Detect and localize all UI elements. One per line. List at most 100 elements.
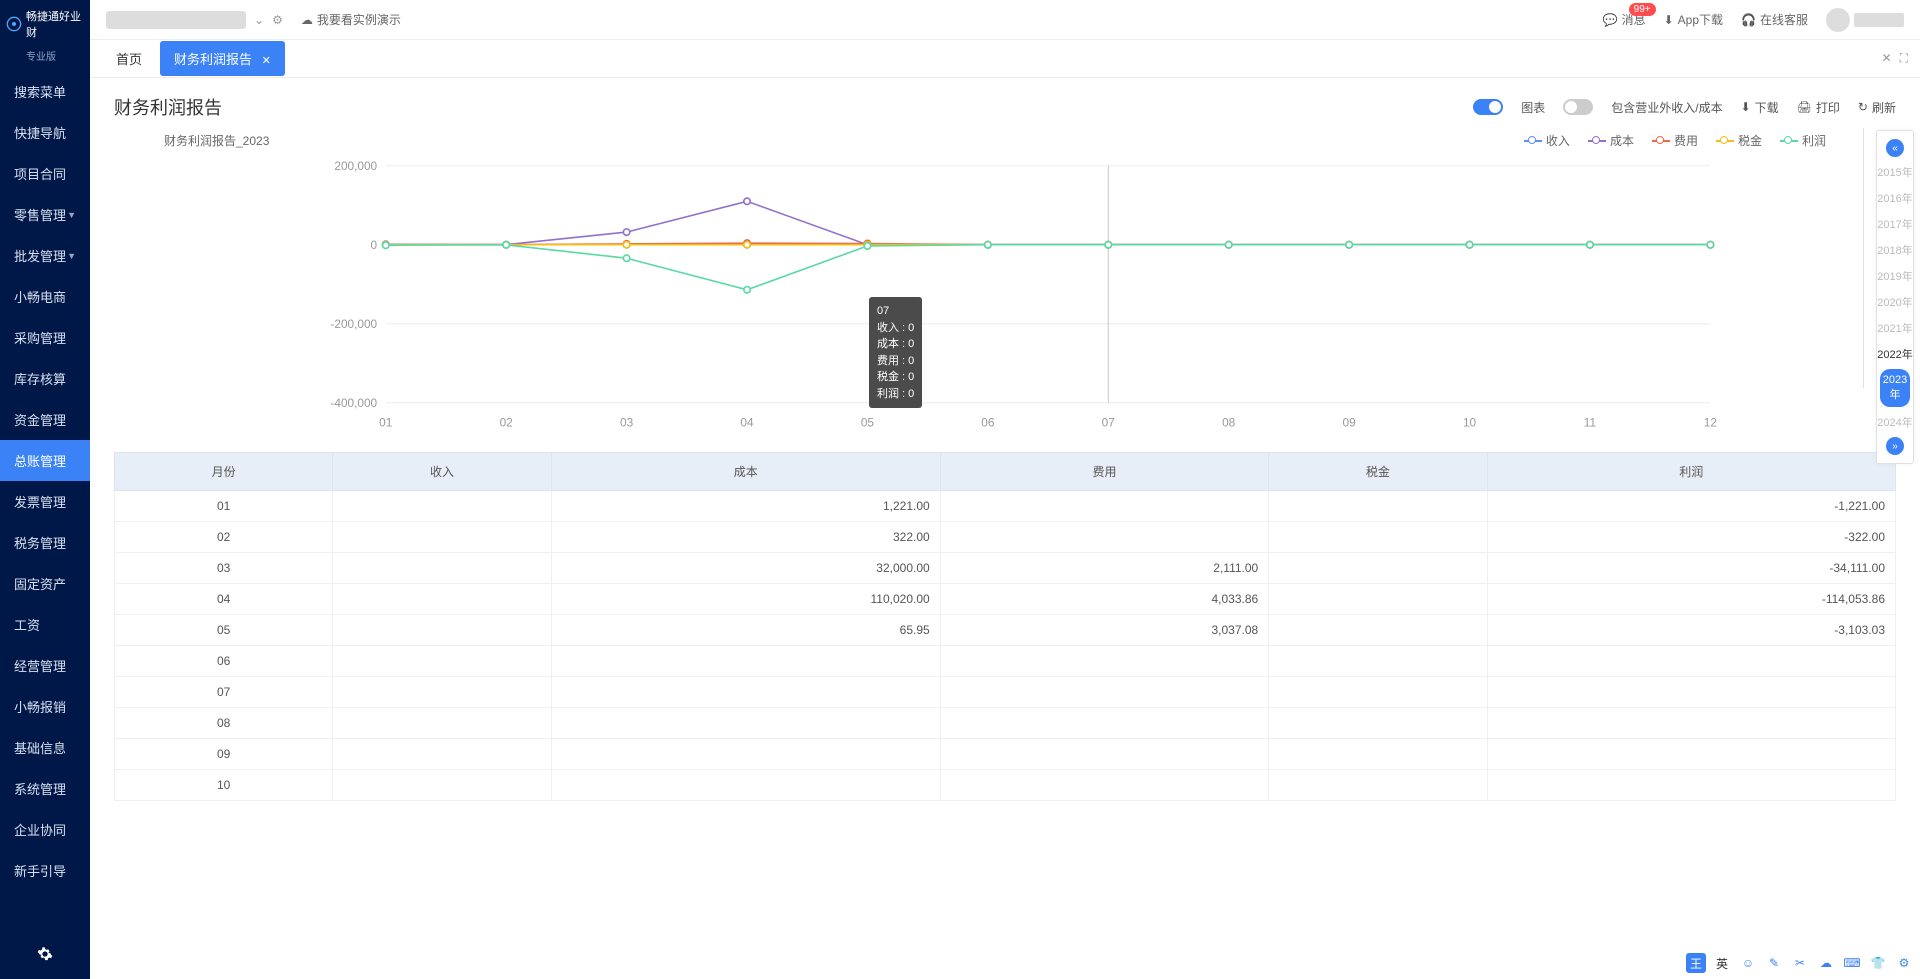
line-chart[interactable]: -400,000-200,0000200,0000102030405060708… [114, 155, 1896, 435]
nav-item[interactable]: 小畅电商 [0, 276, 90, 317]
nav-item[interactable]: 税务管理 [0, 522, 90, 563]
tab-bar: 首页 财务利润报告 ✕ ✕ ⛶ [90, 40, 1920, 78]
nav-item[interactable]: 总账管理 [0, 440, 90, 481]
org-selector[interactable]: ⌄ ⚙ [106, 11, 283, 29]
gear-icon [37, 946, 53, 962]
svg-text:03: 03 [620, 415, 634, 429]
svg-text:0: 0 [371, 238, 378, 252]
nav-item[interactable]: 资金管理 [0, 399, 90, 440]
table-row: 02322.00-322.00 [115, 522, 1896, 553]
table-row: 04110,020.004,033.86-114,053.86 [115, 584, 1896, 615]
nav-item[interactable]: 企业协同 [0, 809, 90, 850]
ime-tshirt-icon[interactable]: 👕 [1868, 953, 1888, 973]
brand-icon [6, 16, 22, 32]
user-name-placeholder [1854, 13, 1904, 27]
svg-text:07: 07 [1102, 415, 1115, 429]
ime-main-icon[interactable]: 王 [1686, 953, 1706, 973]
extra-toggle[interactable] [1563, 99, 1593, 115]
table-header: 收入 [333, 453, 551, 491]
chart-tooltip: 07收入 : 0成本 : 0费用 : 0税金 : 0利润 : 0 [869, 297, 922, 408]
ime-lang-icon[interactable]: 英 [1712, 953, 1732, 973]
ime-cloud-icon[interactable]: ☁ [1816, 953, 1836, 973]
chart-toggle-label: 图表 [1521, 99, 1545, 116]
nav-item[interactable]: 固定资产 [0, 563, 90, 604]
nav-item[interactable]: 新手引导 [0, 850, 90, 891]
table-row: 08 [115, 708, 1896, 739]
gear-icon[interactable]: ⚙ [272, 13, 283, 27]
download-button[interactable]: ⬇下载 [1741, 99, 1779, 116]
main-area: ⌄ ⚙ ☁ 我要看实例演示 💬 消息 99+ ⬇ App下载 🎧 [90, 0, 1920, 979]
year-item[interactable]: 2021年 [1877, 315, 1913, 341]
svg-text:02: 02 [500, 415, 513, 429]
year-item[interactable]: 2022年 [1877, 341, 1913, 367]
tab-home[interactable]: 首页 [102, 41, 156, 76]
service-button[interactable]: 🎧 在线客服 [1741, 11, 1808, 28]
nav-item[interactable]: 经营管理 [0, 645, 90, 686]
chart-area: 财务利润报告_2023 .legend-mark[style*="#5b8ff9… [114, 132, 1896, 432]
edition-label: 专业版 [0, 48, 90, 71]
nav-item[interactable]: 搜索菜单 [0, 71, 90, 112]
nav-item[interactable]: 采购管理 [0, 317, 90, 358]
nav-item[interactable]: 零售管理▼ [0, 194, 90, 235]
svg-text:01: 01 [379, 415, 392, 429]
ime-scissors-icon[interactable]: ✂ [1790, 953, 1810, 973]
demo-link[interactable]: ☁ 我要看实例演示 [301, 11, 401, 28]
svg-text:200,000: 200,000 [334, 159, 377, 173]
nav-item[interactable]: 工资 [0, 604, 90, 645]
chart-toggle[interactable] [1473, 99, 1503, 115]
nav-item[interactable]: 批发管理▼ [0, 235, 90, 276]
data-table: 月份收入成本费用税金利润 011,221.00-1,221.0002322.00… [114, 452, 1896, 801]
legend-item[interactable]: .legend-mark[style*="#5ad8a6"]::before{b… [1780, 132, 1826, 149]
year-item[interactable]: 2023年 [1880, 369, 1910, 407]
year-item[interactable]: 2020年 [1877, 289, 1913, 315]
year-up-button[interactable]: « [1886, 139, 1904, 157]
sidebar: 畅捷通好业财 专业版 搜索菜单快捷导航项目合同零售管理▼批发管理▼小畅电商采购管… [0, 0, 90, 979]
ime-keyboard-icon[interactable]: ⌨ [1842, 953, 1862, 973]
legend-item[interactable]: .legend-mark[style*="#9270ca"]::before{b… [1588, 132, 1634, 149]
tab-current[interactable]: 财务利润报告 ✕ [160, 41, 285, 76]
year-item[interactable]: 2016年 [1877, 185, 1913, 211]
ime-edit-icon[interactable]: ✎ [1764, 953, 1784, 973]
close-icon[interactable]: ✕ [262, 55, 271, 67]
nav-item[interactable]: 系统管理 [0, 768, 90, 809]
service-label: 在线客服 [1760, 11, 1808, 28]
avatar [1826, 8, 1850, 32]
nav-item[interactable]: 发票管理 [0, 481, 90, 522]
divider [1863, 128, 1864, 388]
print-button[interactable]: 🖨打印 [1797, 99, 1840, 116]
page-title: 财务利润报告 [114, 94, 222, 120]
nav-item[interactable]: 基础信息 [0, 727, 90, 768]
close-all-icon[interactable]: ✕ [1882, 51, 1892, 66]
user-menu[interactable] [1826, 8, 1904, 32]
year-item[interactable]: 2018年 [1877, 237, 1913, 263]
legend-item[interactable]: .legend-mark[style*="#e8684a"]::before{b… [1652, 132, 1698, 149]
org-name-placeholder [106, 11, 246, 29]
year-down-button[interactable]: » [1886, 437, 1904, 455]
messages-button[interactable]: 💬 消息 99+ [1603, 11, 1646, 28]
nav-item[interactable]: 库存核算 [0, 358, 90, 399]
year-item[interactable]: 2015年 [1877, 159, 1913, 185]
ime-emoji-icon[interactable]: ☺ [1738, 953, 1758, 973]
year-item[interactable]: 2017年 [1877, 211, 1913, 237]
table-header: 月份 [115, 453, 333, 491]
headset-icon: 🎧 [1741, 13, 1756, 27]
app-download-button[interactable]: ⬇ App下载 [1664, 11, 1723, 28]
svg-text:05: 05 [861, 415, 875, 429]
year-item[interactable]: 2024年 [1877, 409, 1913, 435]
svg-text:-400,000: -400,000 [330, 396, 377, 410]
svg-text:08: 08 [1222, 415, 1236, 429]
nav-item[interactable]: 项目合同 [0, 153, 90, 194]
settings-button[interactable] [0, 934, 90, 979]
legend: .legend-mark[style*="#5b8ff9"]::before{b… [1524, 132, 1826, 149]
nav-item[interactable]: 快捷导航 [0, 112, 90, 153]
ime-settings-icon[interactable]: ⚙ [1894, 953, 1914, 973]
legend-item[interactable]: .legend-mark[style*="#f6bd16"]::before{b… [1716, 132, 1762, 149]
legend-item[interactable]: .legend-mark[style*="#5b8ff9"]::before{b… [1524, 132, 1570, 149]
refresh-button[interactable]: ↻刷新 [1858, 99, 1896, 116]
table-row: 0332,000.002,111.00-34,111.00 [115, 553, 1896, 584]
table-row: 07 [115, 677, 1896, 708]
fullscreen-icon[interactable]: ⛶ [1900, 51, 1908, 66]
download-icon: ⬇ [1741, 100, 1751, 114]
nav-item[interactable]: 小畅报销 [0, 686, 90, 727]
year-item[interactable]: 2019年 [1877, 263, 1913, 289]
